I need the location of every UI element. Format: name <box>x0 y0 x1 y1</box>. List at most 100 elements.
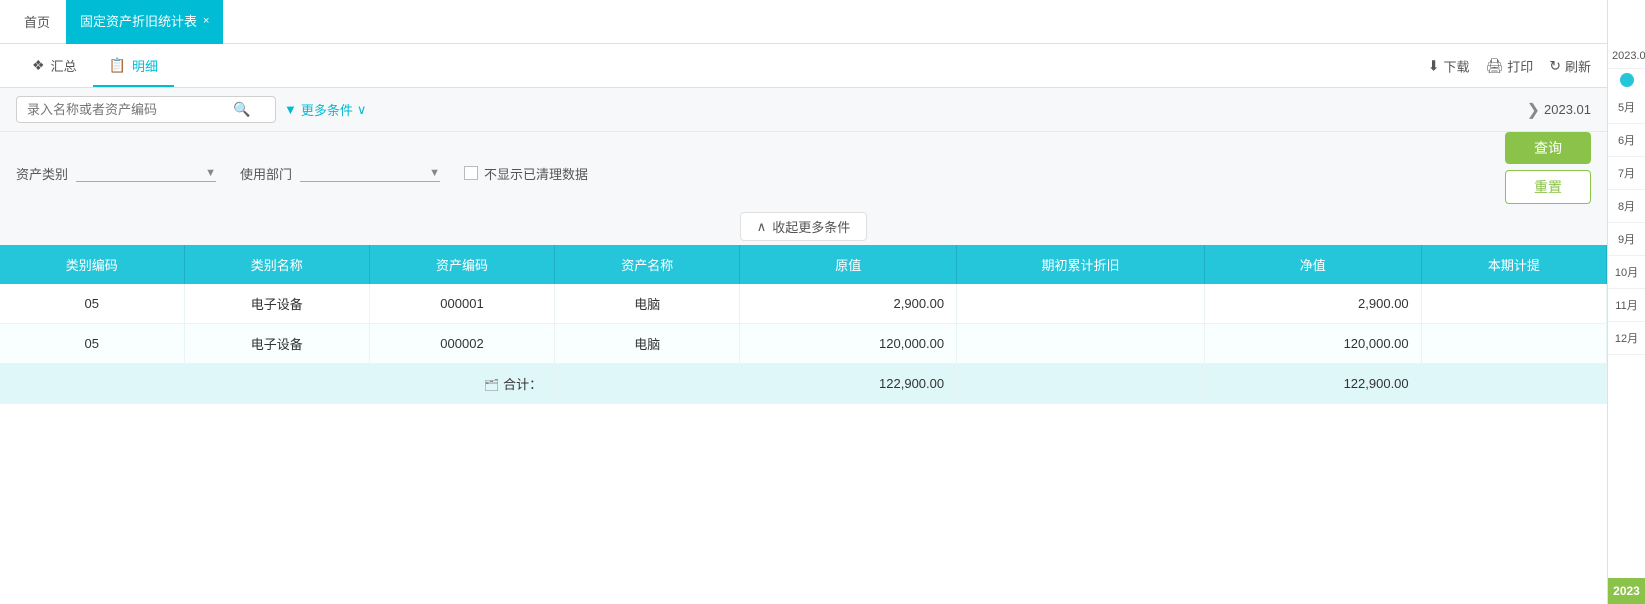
download-label: 下载 <box>1443 56 1469 75</box>
cell-original-value: 120,000.00 <box>740 324 957 364</box>
asset-table: 类别编码 类别名称 资产编码 资产名称 原值 期初累计折旧 净值 本期计提 05… <box>0 245 1607 404</box>
download-button[interactable]: ⬇ 下载 <box>1428 56 1470 75</box>
month-8[interactable]: 8月 <box>1608 190 1645 223</box>
department-select[interactable]: ▼ <box>300 165 440 182</box>
print-label: 打印 <box>1507 56 1533 75</box>
more-filter-label: 更多条件 <box>301 100 353 119</box>
department-arrow-icon: ▼ <box>429 167 440 179</box>
cell-net-value: 2,900.00 <box>1204 284 1421 324</box>
cell-current-period <box>1421 324 1606 364</box>
cell-initial-depreciation <box>957 284 1205 324</box>
cell-asset-code: 000001 <box>369 284 554 324</box>
col-initial-depreciation: 期初累计折旧 <box>957 245 1205 284</box>
close-icon[interactable]: × <box>203 15 209 27</box>
col-asset-code: 资产编码 <box>369 245 554 284</box>
tab-summary[interactable]: ❖ 汇总 <box>16 45 93 87</box>
department-filter: 使用部门 ▼ <box>240 164 440 183</box>
col-asset-name: 资产名称 <box>555 245 740 284</box>
total-original-value: 122,900.00 <box>740 364 957 404</box>
date-label: 2023.01 <box>1544 102 1591 117</box>
col-current-period: 本期计提 <box>1421 245 1606 284</box>
tab-detail[interactable]: 📋 明细 <box>93 45 174 87</box>
main-content: ❖ 汇总 📋 明细 ⬇ 下载 🖨 打印 ↻ 刷新 <box>0 44 1607 604</box>
query-button[interactable]: 查询 <box>1505 132 1591 164</box>
cell-net-value: 120,000.00 <box>1204 324 1421 364</box>
table-header-row: 类别编码 类别名称 资产编码 资产名称 原值 期初累计折旧 净值 本期计提 <box>0 245 1607 284</box>
cell-original-value: 2,900.00 <box>740 284 957 324</box>
month-7[interactable]: 7月 <box>1608 157 1645 190</box>
table-wrap: 类别编码 类别名称 资产编码 资产名称 原值 期初累计折旧 净值 本期计提 05… <box>0 245 1607 604</box>
year-label[interactable]: 2023 <box>1608 578 1645 604</box>
refresh-label: 刷新 <box>1565 56 1591 75</box>
total-net-value: 122,900.00 <box>1204 364 1421 404</box>
collapse-button[interactable]: ∧ 收起更多条件 <box>740 212 868 241</box>
month-12[interactable]: 12月 <box>1608 322 1645 355</box>
search-right: ❯ 2023.01 <box>1527 100 1591 120</box>
search-input-wrap: 🔍 <box>16 96 276 123</box>
cell-asset-code: 000002 <box>369 324 554 364</box>
total-current-period <box>1421 364 1606 404</box>
download-icon: ⬇ <box>1428 57 1440 74</box>
right-panel: 2023.01 5月 6月 7月 8月 9月 10月 11月 12月 2023 <box>1607 0 1645 604</box>
more-filter-button[interactable]: ▼ 更多条件 ∨ <box>284 100 366 119</box>
cell-current-period <box>1421 284 1606 324</box>
month-5[interactable]: 5月 <box>1608 91 1645 124</box>
asset-category-filter: 资产类别 ▼ <box>16 164 216 183</box>
refresh-icon: ↻ <box>1549 57 1561 74</box>
col-category-name: 类别名称 <box>184 245 369 284</box>
search-icon: 🔍 <box>233 101 250 118</box>
filter-row: 资产类别 ▼ 使用部门 ▼ 不显示已清理数据 查询 重置 <box>0 132 1607 204</box>
asset-category-select[interactable]: ▼ <box>76 165 216 182</box>
summary-icon: ❖ <box>32 57 45 74</box>
total-row: 🗂合计： 122,900.00 122,900.00 <box>0 364 1607 404</box>
table-body: 05 电子设备 000001 电脑 2,900.00 2,900.00 05 电… <box>0 284 1607 404</box>
hide-cleared-label: 不显示已清理数据 <box>484 164 588 183</box>
detail-icon: 📋 <box>109 57 126 74</box>
filter-icon: ▼ <box>284 102 297 117</box>
total-initial-depreciation <box>957 364 1205 404</box>
scroll-up-icon[interactable] <box>1620 73 1634 87</box>
search-input[interactable] <box>27 102 227 117</box>
total-asset-name <box>555 364 740 404</box>
month-11[interactable]: 11月 <box>1608 289 1645 322</box>
month-6[interactable]: 6月 <box>1608 124 1645 157</box>
collapse-label: 收起更多条件 <box>772 217 850 236</box>
hide-cleared-wrap: 不显示已清理数据 <box>464 164 588 183</box>
print-button[interactable]: 🖨 打印 <box>1485 56 1533 75</box>
top-nav: 首页 固定资产折旧统计表 × × <box>0 0 1645 44</box>
main-tab-label: 固定资产折旧统计表 <box>80 11 197 30</box>
col-original-value: 原值 <box>740 245 957 284</box>
search-bar: 🔍 ▼ 更多条件 ∨ ❯ 2023.01 <box>0 88 1607 132</box>
cell-category-name: 电子设备 <box>184 284 369 324</box>
refresh-button[interactable]: ↻ 刷新 <box>1549 56 1591 75</box>
asset-category-arrow-icon: ▼ <box>205 167 216 179</box>
right-panel-date: 2023.01 <box>1608 44 1645 69</box>
tab-bar: ❖ 汇总 📋 明细 ⬇ 下载 🖨 打印 ↻ 刷新 <box>0 44 1607 88</box>
month-9[interactable]: 9月 <box>1608 223 1645 256</box>
month-10[interactable]: 10月 <box>1608 256 1645 289</box>
main-tab[interactable]: 固定资产折旧统计表 × <box>66 0 223 44</box>
cell-category-name: 电子设备 <box>184 324 369 364</box>
cell-category-code: 05 <box>0 324 184 364</box>
cell-initial-depreciation <box>957 324 1205 364</box>
collapse-bar: ∧ 收起更多条件 <box>0 204 1607 245</box>
col-net-value: 净值 <box>1204 245 1421 284</box>
table-row: 05 电子设备 000002 电脑 120,000.00 120,000.00 <box>0 324 1607 364</box>
table-row: 05 电子设备 000001 电脑 2,900.00 2,900.00 <box>0 284 1607 324</box>
toolbar: ⬇ 下载 🖨 打印 ↻ 刷新 <box>1428 56 1591 75</box>
col-category-code: 类别编码 <box>0 245 184 284</box>
home-tab[interactable]: 首页 <box>12 12 62 31</box>
chevron-right-icon[interactable]: ❯ <box>1527 100 1540 120</box>
tab-summary-label: 汇总 <box>51 56 77 75</box>
reset-button[interactable]: 重置 <box>1505 170 1591 204</box>
asset-category-label: 资产类别 <box>16 164 68 183</box>
hide-cleared-checkbox[interactable] <box>464 166 478 180</box>
cell-category-code: 05 <box>0 284 184 324</box>
cell-asset-name: 电脑 <box>555 284 740 324</box>
collapse-icon: ∧ <box>757 219 767 235</box>
department-label: 使用部门 <box>240 164 292 183</box>
chevron-down-icon: ∨ <box>357 102 367 118</box>
total-label: 🗂合计： <box>0 364 555 404</box>
print-icon: 🖨 <box>1485 57 1503 74</box>
tab-detail-label: 明细 <box>132 56 158 75</box>
